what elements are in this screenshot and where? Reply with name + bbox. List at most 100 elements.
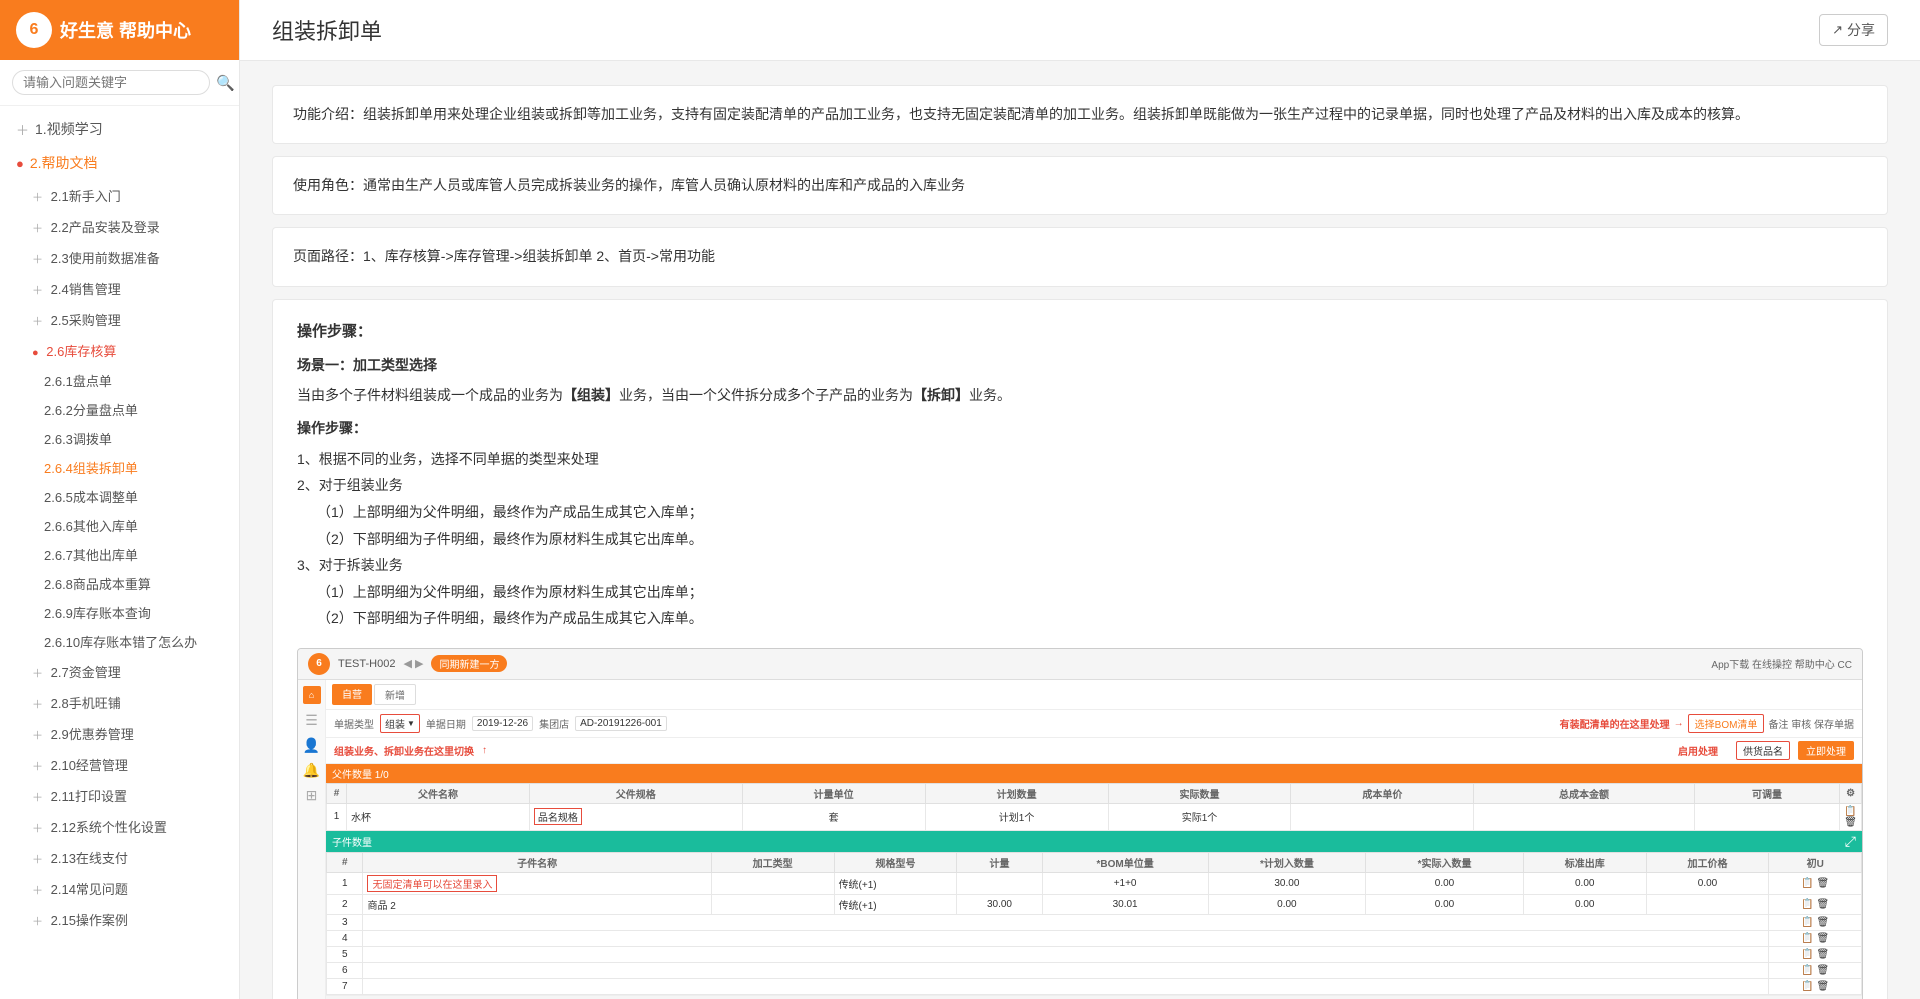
ltd-unit2: 30.00	[957, 894, 1042, 914]
plus-icon-small: ＋	[32, 854, 43, 866]
main: 组装拆卸单 ↗ 分享 功能介绍：组装拆卸单用来处理企业组装或拆卸等加工业务，支持…	[240, 0, 1920, 999]
minus-icon-small: ●	[32, 347, 39, 359]
plus-icon-small: ＋	[32, 223, 43, 235]
sidebar-item-2-10[interactable]: ＋ 2.10经营管理	[0, 749, 239, 780]
sidebar-item-2-13[interactable]: ＋ 2.13在线支付	[0, 842, 239, 873]
sidebar-item-2-14[interactable]: ＋ 2.14常见问题	[0, 873, 239, 904]
sidebar-item-video[interactable]: ＋ 1.视频学习	[0, 112, 239, 146]
lth-price: 加工价格	[1646, 852, 1769, 872]
titlebar-right: App下载 在线操控 帮助中心 CC	[1711, 656, 1852, 671]
ltd-name2: 商品 2	[363, 894, 711, 914]
sku-highlight[interactable]: 品名规格	[534, 808, 582, 825]
th-no: #	[327, 783, 347, 803]
sidebar-item-2-2[interactable]: ＋ 2.2产品安装及登录	[0, 211, 239, 242]
ltd-name1: 无固定清单可以在这里录入	[363, 872, 711, 894]
sidebar-item-2-6-3[interactable]: 2.6.3调拨单	[0, 424, 239, 453]
nav-list: ＋ 1.视频学习 ● 2.帮助文档 ＋ 2.1新手入门 ＋ 2.2产品安装及登录…	[0, 106, 239, 999]
sidebar-item-2-6-4[interactable]: 2.6.4组装拆卸单	[0, 453, 239, 482]
search-icon[interactable]: 🔍	[216, 74, 235, 92]
ltd-empty6	[363, 962, 1769, 978]
search-input[interactable]	[12, 70, 210, 95]
ltd-6: 6	[327, 962, 363, 978]
sidebar-item-2-6-1[interactable]: 2.6.1盘点单	[0, 366, 239, 395]
th-name: 父件名称	[347, 783, 530, 803]
sidebar-item-2-7[interactable]: ＋ 2.7资金管理	[0, 656, 239, 687]
ltd-type2	[711, 894, 834, 914]
ltd-op7: 📋 🗑	[1769, 978, 1862, 994]
sidebar-item-2-6-2[interactable]: 2.6.2分量盘点单	[0, 395, 239, 424]
lth-type: 加工类型	[711, 852, 834, 872]
upper-table-title: 父件数量 1/0	[332, 766, 389, 781]
app-new-btn[interactable]: 同期新建一方	[431, 655, 507, 672]
plus-icon-small: ＋	[32, 668, 43, 680]
icon-list[interactable]: ☰	[305, 712, 318, 729]
app-icons: App下载 在线操控 帮助中心 CC	[1711, 656, 1852, 671]
share-icon: ↗	[1832, 22, 1843, 38]
app-input-small[interactable]: 供货品名	[1736, 741, 1790, 760]
sidebar-item-2-6-8[interactable]: 2.6.8商品成本重算	[0, 569, 239, 598]
sidebar-item-2-6-7[interactable]: 2.6.7其他出库单	[0, 540, 239, 569]
sidebar-item-2-3[interactable]: ＋ 2.3使用前数据准备	[0, 242, 239, 273]
lower-table-row-5: 5 📋 🗑	[327, 946, 1862, 962]
td-1: 1	[327, 803, 347, 830]
type-value: 组装	[385, 716, 405, 731]
icon-person[interactable]: 👤	[303, 737, 320, 754]
sidebar-item-2-6[interactable]: ● 2.6库存核算	[0, 335, 239, 366]
tab-new[interactable]: 新增	[374, 684, 416, 705]
bom-select-btn[interactable]: 选择BOM清单	[1688, 714, 1765, 733]
ltd-empty7	[363, 978, 1769, 994]
ltd-empty5	[363, 946, 1769, 962]
dropdown-arrow: ▼	[407, 719, 415, 728]
sidebar-item-2-6-9[interactable]: 2.6.9库存账本查询	[0, 598, 239, 627]
nav-group-1: ＋ 1.视频学习	[0, 112, 239, 146]
tab-main[interactable]: 自营	[332, 684, 372, 705]
sidebar-item-2-15[interactable]: ＋ 2.15操作案例	[0, 904, 239, 935]
intro-text: 功能介绍：组装拆卸单用来处理企业组装或拆卸等加工业务，支持有固定装配清单的产品加…	[293, 102, 1867, 127]
ltd-op1: 📋 🗑	[1769, 872, 1862, 894]
icon-grid[interactable]: ⊞	[306, 787, 318, 804]
lower-table-row-2: 2 商品 2 传统(+1) 30.00 30.01 0.00 0.00 0.00	[327, 894, 1862, 914]
form-type-select[interactable]: 组装 ▼	[380, 714, 420, 733]
ltd-3: 3	[327, 914, 363, 930]
plus-icon-small: ＋	[32, 823, 43, 835]
confirm-btn[interactable]: 立即处理	[1798, 741, 1854, 760]
sidebar-item-2-11[interactable]: ＋ 2.11打印设置	[0, 780, 239, 811]
ltd-cost2: 0.00	[1523, 894, 1646, 914]
plus-icon-small: ＋	[32, 885, 43, 897]
scenario1-desc: 当由多个子件材料组装成一个成品的业务为【组装】业务，当由一个父件拆分成多个子产品…	[297, 383, 1863, 408]
sidebar-item-2-6-10[interactable]: 2.6.10库存账本错了怎么办	[0, 627, 239, 656]
lower-section-header: 子件数量 ⤢	[326, 831, 1862, 852]
sidebar-item-2-8[interactable]: ＋ 2.8手机旺铺	[0, 687, 239, 718]
ltd-op6: 📋 🗑	[1769, 962, 1862, 978]
steps-content: 1、根据不同的业务，选择不同单据的类型来处理 2、对于组装业务 （1）上部明细为…	[297, 446, 1863, 632]
td-name: 水杯	[347, 803, 530, 830]
sidebar-item-2-1[interactable]: ＋ 2.1新手入门	[0, 180, 239, 211]
lower-table: # 子件名称 加工类型 规格型号 计量 *BOM单位量 *计划入数量 *实际入数…	[326, 852, 1862, 995]
ltd-type1	[711, 872, 834, 894]
sidebar-item-2-6-6[interactable]: 2.6.6其他入库单	[0, 511, 239, 540]
th-unit: 计量单位	[742, 783, 925, 803]
sidebar-item-2-5[interactable]: ＋ 2.5采购管理	[0, 304, 239, 335]
upper-table: # 父件名称 父件规格 计量单位 计划数量 实际数量 成本单价 总成本金额 可调…	[326, 783, 1862, 831]
sidebar-item-2-9[interactable]: ＋ 2.9优惠券管理	[0, 718, 239, 749]
th-cost: 成本单价	[1291, 783, 1474, 803]
lower-title: 子件数量	[332, 834, 372, 849]
icon-bell[interactable]: 🔔	[303, 762, 320, 779]
annotation-middle-right: 启用处理	[1678, 743, 1718, 758]
ltd-5: 5	[327, 946, 363, 962]
td-actual-val: 实际1个	[1108, 803, 1291, 830]
sidebar-item-help-docs[interactable]: ● 2.帮助文档	[0, 146, 239, 180]
arrow-up-left: ↑	[482, 745, 487, 756]
sidebar-item-2-12[interactable]: ＋ 2.12系统个性化设置	[0, 811, 239, 842]
ltd-4: 4	[327, 930, 363, 946]
icon-home[interactable]: ⌂	[303, 686, 321, 704]
th-total-cost: 总成本金额	[1474, 783, 1694, 803]
plus-icon-small: ＋	[32, 792, 43, 804]
sidebar-item-2-6-5[interactable]: 2.6.5成本调整单	[0, 482, 239, 511]
expand-icon[interactable]: ⤢	[1845, 833, 1856, 850]
app-sidebar-icons: ⌂ ☰ 👤 🔔 ⊞	[298, 680, 326, 999]
share-button[interactable]: ↗ 分享	[1819, 14, 1888, 46]
th-plan-qty: 计划数量	[925, 783, 1108, 803]
lth-name: 子件名称	[363, 852, 711, 872]
sidebar-item-2-4[interactable]: ＋ 2.4销售管理	[0, 273, 239, 304]
